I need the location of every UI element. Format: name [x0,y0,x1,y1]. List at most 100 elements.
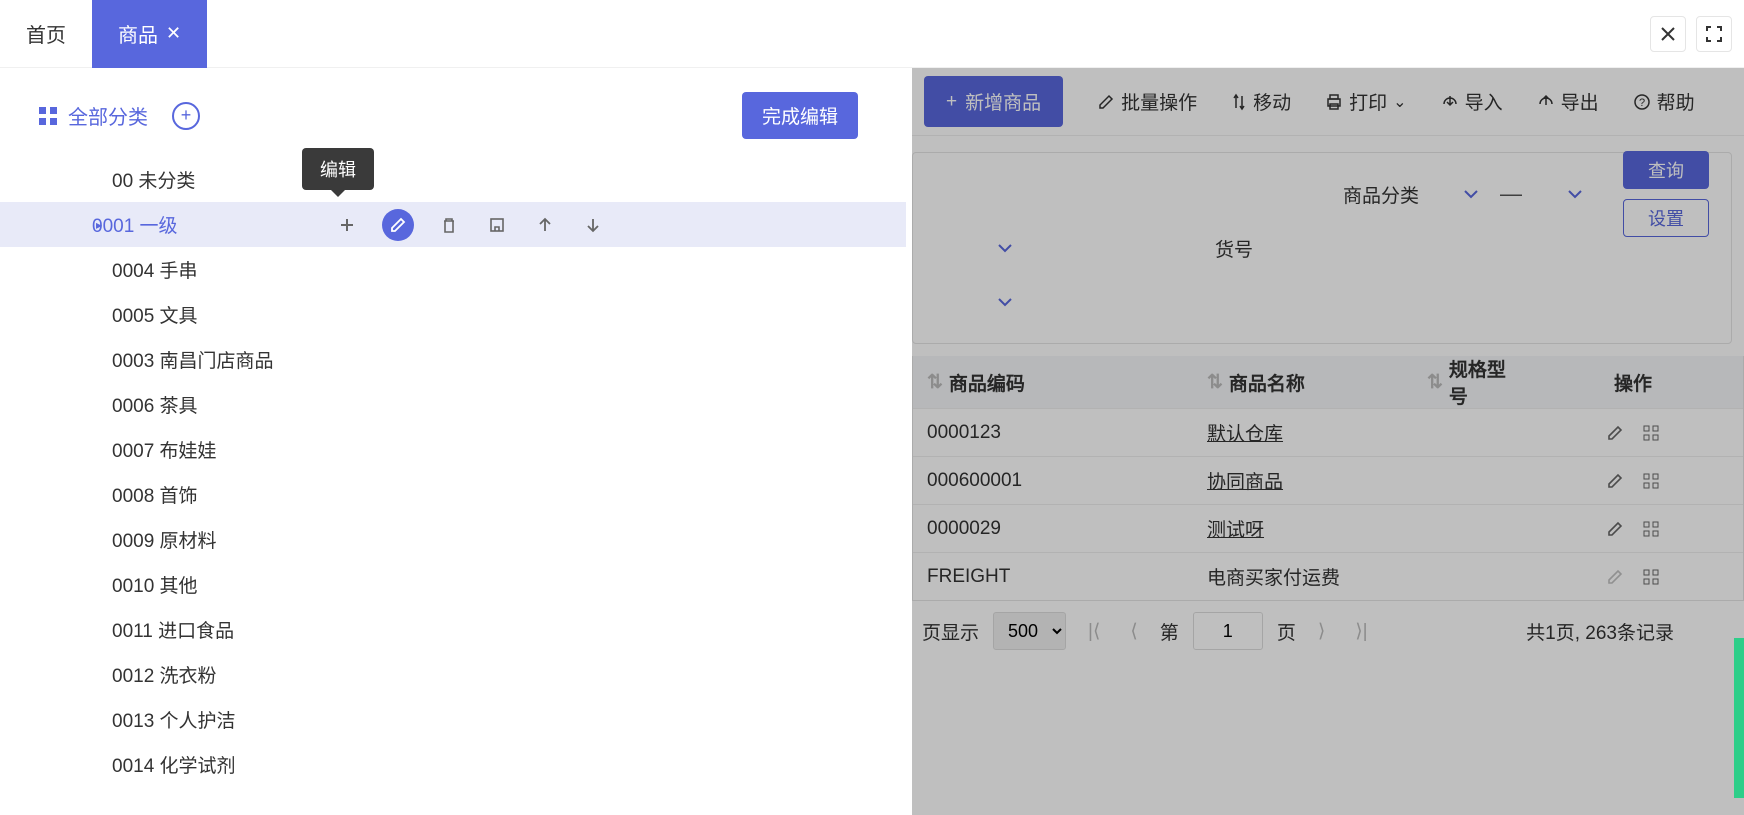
goods-panel: + 新增商品 批量操作 移动 打印 ⌄ 导入 导出 [912,68,1744,815]
row-edit-icon[interactable] [1606,472,1624,490]
cell-op [1523,472,1743,490]
query-button[interactable]: 查询 [1623,151,1709,189]
row-edit-icon[interactable] [1606,424,1624,442]
print-icon [1325,93,1343,111]
edit-icon [1097,93,1115,111]
add-goods-label: 新增商品 [965,88,1041,115]
batch-ops-label: 批量操作 [1121,88,1197,115]
close-all-tabs-button[interactable] [1650,16,1686,52]
goods-name-link[interactable]: 默认仓库 [1207,419,1283,446]
cell-code: FREIGHT [913,566,1193,588]
category-item-label: 0006 茶具 [112,391,198,418]
th-spec: 规格型号 [1449,355,1509,409]
category-tree[interactable]: 00 未分类▸0001 一级0004 手串0005 文具0003 南昌门店商品0… [0,157,912,813]
next-page-button[interactable]: ⟩ [1310,620,1333,643]
row-more-icon[interactable] [1642,472,1660,490]
tab-goods[interactable]: 商品 ✕ [92,0,207,68]
import-label: 导入 [1465,88,1503,115]
import-button[interactable]: 导入 [1441,88,1503,115]
add-goods-button[interactable]: + 新增商品 [924,76,1063,127]
close-icon[interactable]: ✕ [166,23,181,44]
category-item[interactable]: 00 未分类 [0,157,906,202]
filter-unknown-select[interactable] [963,230,1023,266]
first-page-button[interactable]: |⟨ [1080,620,1108,643]
filter-category-from[interactable] [1429,176,1489,212]
cell-name: 电商买家付运费 [1193,563,1413,590]
add-child-icon[interactable] [334,212,360,238]
help-button[interactable]: ? 帮助 [1633,88,1695,115]
table-header-row: ⇅ 商品编码 ⇅ 商品名称 ⇅ 规格型号 操作 [913,356,1743,408]
move-to-icon[interactable] [484,212,510,238]
filter-category-to[interactable] [1533,176,1593,212]
table-row: FREIGHT电商买家付运费 [913,552,1743,600]
print-button[interactable]: 打印 ⌄ [1325,88,1406,115]
add-category-button[interactable]: + [172,102,200,130]
category-item[interactable]: 0008 首饰 [0,472,906,517]
move-up-icon[interactable] [532,212,558,238]
page-input[interactable] [1193,612,1263,650]
chevron-down-icon [997,243,1013,253]
batch-ops-button[interactable]: 批量操作 [1097,88,1197,115]
category-item[interactable]: 0014 化学试剂 [0,742,906,787]
row-more-icon[interactable] [1642,424,1660,442]
row-edit-icon[interactable] [1606,568,1624,586]
tab-home-label: 首页 [26,19,66,48]
export-label: 导出 [1561,88,1599,115]
finish-edit-button[interactable]: 完成编辑 [742,92,858,139]
cell-op [1523,424,1743,442]
prev-page-button[interactable]: ⟨ [1122,620,1145,643]
cell-op [1523,568,1743,586]
sort-icon[interactable]: ⇅ [1427,371,1443,394]
category-item[interactable]: 0005 文具 [0,292,906,337]
category-item[interactable]: 0003 南昌门店商品 [0,337,906,382]
svg-text:?: ? [1639,97,1645,109]
category-item[interactable]: 0012 洗衣粉 [0,652,906,697]
category-item-label: 0001 一级 [92,211,178,238]
grid-icon [38,106,58,126]
category-item-label: 0010 其他 [112,571,198,598]
category-item[interactable]: 0006 茶具 [0,382,906,427]
caret-icon[interactable]: ▸ [96,218,102,232]
per-page-select[interactable]: 500 [993,612,1066,650]
category-item[interactable]: 0013 个人护洁 [0,697,906,742]
cell-code: 0000029 [913,518,1193,540]
page-suffix: 页 [1277,618,1296,645]
category-item-label: 00 未分类 [112,166,195,193]
move-button[interactable]: 移动 [1231,88,1291,115]
table-row: 0000123默认仓库 [913,408,1743,456]
cell-op [1523,520,1743,538]
row-more-icon[interactable] [1642,520,1660,538]
th-code: 商品编码 [949,369,1025,396]
cell-name: 协同商品 [1193,467,1413,494]
sort-icon[interactable]: ⇅ [1207,371,1223,394]
move-icon [1231,93,1247,111]
category-item[interactable]: 0007 布娃娃 [0,427,906,472]
fullscreen-button[interactable] [1696,16,1732,52]
edit-icon[interactable] [382,209,414,241]
tooltip-text: 编辑 [320,160,356,180]
category-item[interactable]: 0004 手串 [0,247,906,292]
per-page-label: 页显示 [922,618,979,645]
goods-table: ⇅ 商品编码 ⇅ 商品名称 ⇅ 规格型号 操作 0000123默认仓库00060… [912,356,1744,601]
category-item-label: 0012 洗衣粉 [112,661,217,688]
move-down-icon[interactable] [580,212,606,238]
category-item[interactable]: ▸0001 一级 [0,202,906,247]
category-item[interactable]: 0011 进口食品 [0,607,906,652]
export-button[interactable]: 导出 [1537,88,1599,115]
sort-icon[interactable]: ⇅ [927,371,943,394]
category-item[interactable]: 0009 原材料 [0,517,906,562]
category-item-label: 0005 文具 [112,301,198,328]
chevron-down-icon [1567,189,1583,199]
row-more-icon[interactable] [1642,568,1660,586]
goods-name-link[interactable]: 测试呀 [1207,515,1264,542]
import-icon [1441,93,1459,111]
delete-icon[interactable] [436,212,462,238]
category-item[interactable]: 0010 其他 [0,562,906,607]
goods-name-link[interactable]: 协同商品 [1207,467,1283,494]
all-categories-label[interactable]: 全部分类 [68,101,148,130]
last-page-button[interactable]: ⟩| [1347,620,1375,643]
row-edit-icon[interactable] [1606,520,1624,538]
filter-extra-select[interactable] [963,284,1023,320]
plus-icon: + [946,91,957,113]
tab-home[interactable]: 首页 [0,0,92,68]
